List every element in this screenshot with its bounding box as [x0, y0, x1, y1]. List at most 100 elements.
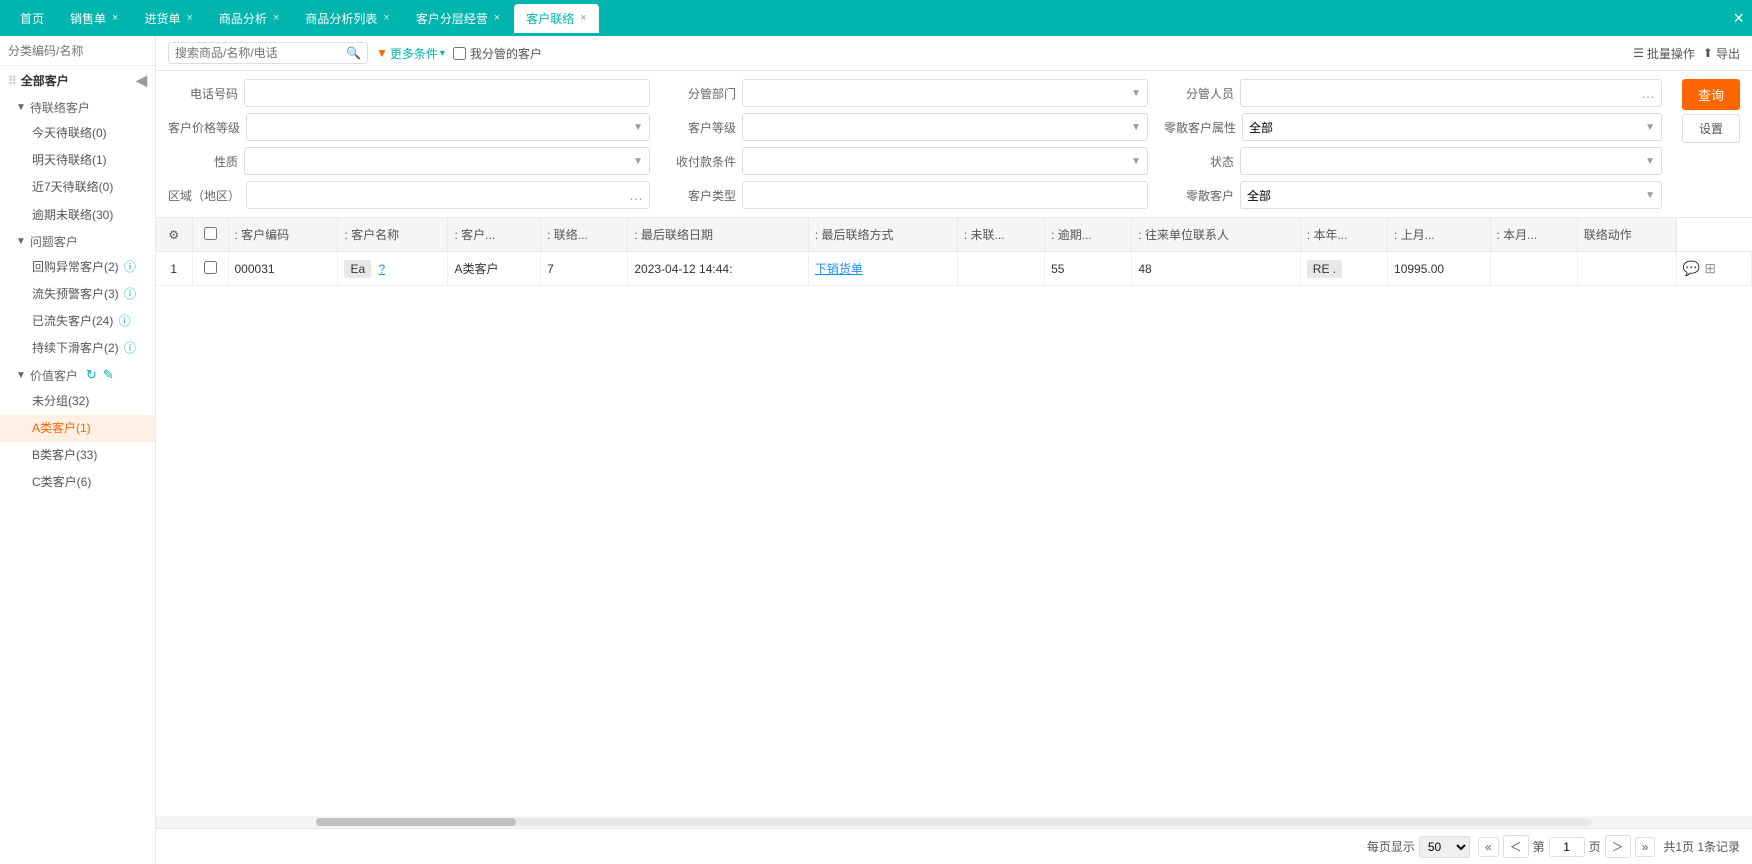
total-records: 共1页 1条记录 [1663, 838, 1740, 855]
tab-customer-segment[interactable]: 客户分层经营 × [404, 4, 512, 33]
close-all-button[interactable]: × [1733, 8, 1744, 29]
close-product-analysis-list-icon[interactable]: × [383, 12, 389, 24]
page-suffix: 页 [1589, 838, 1601, 855]
sidebar-item-abnormal-repurchase[interactable]: 回购异常客户(2) ⓘ [0, 254, 155, 281]
per-page-dropdown[interactable]: 50 100 200 [1419, 836, 1470, 858]
dept-select[interactable]: ▼ [742, 79, 1148, 107]
tab-product-analysis-list[interactable]: 商品分析列表 × [293, 4, 401, 33]
tab-customer-contact[interactable]: 客户联络 × [514, 4, 598, 33]
price-level-select[interactable]: ▼ [246, 113, 650, 141]
tab-home[interactable]: 首页 [8, 4, 56, 33]
chat-icon[interactable]: 💬 [1683, 260, 1700, 277]
arrow-down-icon: ▼ [16, 102, 26, 113]
customer-level-select[interactable]: ▼ [742, 113, 1148, 141]
export-label: 导出 [1716, 45, 1740, 62]
payment-select[interactable]: ▼ [742, 147, 1148, 175]
manager-input[interactable]: … [1240, 79, 1662, 107]
more-filter-button[interactable]: ▼ 更多条件 ▾ [376, 45, 445, 62]
filter-item-manager: 分管人员 … [1164, 79, 1662, 107]
customer-level-arrow-icon: ▼ [1131, 122, 1141, 133]
name-badge: Ea [344, 260, 371, 278]
sidebar-collapse-icon[interactable]: ◀ [136, 72, 147, 89]
drag-icon: ⠿ [8, 74, 17, 88]
batch-op-label: 批量操作 [1647, 45, 1695, 62]
sidebar-item-b-class[interactable]: B类客户(33) [0, 442, 155, 469]
row-checkbox[interactable] [204, 261, 217, 274]
last-method-link[interactable]: 下销货单 [815, 262, 863, 276]
filter-item-status: 状态 ▼ [1164, 147, 1662, 175]
close-customer-contact-icon[interactable]: × [580, 12, 586, 24]
last-page-button[interactable]: » [1635, 837, 1656, 857]
sidebar-item-tomorrow[interactable]: 明天待联络(1) [0, 147, 155, 174]
search-input[interactable] [175, 46, 342, 60]
sidebar-item-7days[interactable]: 近7天待联络(0) [0, 174, 155, 201]
row-name: Ea ? [338, 252, 448, 286]
first-page-button[interactable]: « [1478, 837, 1499, 857]
close-product-analysis-icon[interactable]: × [273, 12, 279, 24]
edit-icon[interactable]: ✎ [103, 367, 114, 383]
page-input[interactable] [1549, 837, 1585, 857]
group-pending-contact[interactable]: ▼ 待联络客户 [0, 95, 155, 120]
arrow-down-icon-3: ▼ [16, 370, 26, 381]
search-icon[interactable]: 🔍 [346, 46, 361, 60]
tab-product-analysis[interactable]: 商品分析 × [207, 4, 291, 33]
prev-page-button[interactable]: ＜ [1503, 835, 1529, 858]
col-contact: : 联络... [541, 218, 628, 252]
sidebar-item-ungroup[interactable]: 未分组(32) [0, 388, 155, 415]
close-sales-icon[interactable]: × [112, 12, 118, 24]
col-gear[interactable]: ⚙ [156, 218, 192, 252]
sidebar-item-overdue-contact[interactable]: 逾期未联络(30) [0, 202, 155, 229]
filter-item-region: 区域（地区） … [168, 181, 666, 209]
batch-op-button[interactable]: ☰ 批量操作 [1633, 45, 1695, 62]
row-action-buttons: 💬 ⊞ [1683, 260, 1745, 277]
col-check[interactable] [192, 218, 228, 252]
col-this-year: : 本年... [1300, 218, 1387, 252]
group-problem-customer[interactable]: ▼ 问题客户 [0, 229, 155, 254]
more-filter-label: 更多条件 [390, 45, 438, 62]
my-customer-checkbox[interactable] [453, 47, 466, 60]
customer-type-input[interactable] [742, 181, 1148, 209]
grid-icon[interactable]: ⊞ [1704, 260, 1716, 277]
col-last-month: : 上月... [1388, 218, 1490, 252]
filter-item-customer-level: 客户等级 ▼ [666, 113, 1164, 141]
sidebar-item-today[interactable]: 今天待联络(0) [0, 120, 155, 147]
filter-item-retail-customer: 零散客户 全部 ▼ [1164, 181, 1662, 209]
retail-attr-select[interactable]: 全部 ▼ [1242, 113, 1662, 141]
export-button[interactable]: ⬆ 导出 [1703, 45, 1740, 62]
next-page-button[interactable]: ＞ [1605, 835, 1631, 858]
tab-sales[interactable]: 销售单 × [58, 4, 130, 33]
sidebar-item-churn-warning[interactable]: 流失预警客户(3) ⓘ [0, 281, 155, 308]
status-select[interactable]: ▼ [1240, 147, 1662, 175]
col-this-month-label: 本月... [1503, 228, 1537, 242]
region-input[interactable]: … [246, 181, 650, 209]
nature-select[interactable]: ▼ [244, 147, 650, 175]
settings-button[interactable]: 设置 [1682, 114, 1740, 143]
phone-input[interactable] [244, 79, 650, 107]
retail-customer-select[interactable]: 全部 ▼ [1240, 181, 1662, 209]
row-check[interactable] [192, 252, 228, 286]
scrollbar-thumb[interactable] [316, 818, 516, 826]
row-this-year: 10995.00 [1388, 252, 1490, 286]
arrow-down-icon-2: ▼ [16, 236, 26, 247]
col-overdue: : 逾期... [1045, 218, 1132, 252]
horizontal-scrollbar[interactable] [156, 816, 1752, 828]
sidebar-item-churned[interactable]: 已流失客户(24) ⓘ [0, 308, 155, 335]
tab-purchase[interactable]: 进货单 × [132, 4, 204, 33]
sidebar-search-bar: 🔍 [0, 36, 155, 66]
select-all-checkbox[interactable] [204, 227, 217, 240]
row-type: A类客户 [448, 252, 541, 286]
close-customer-segment-icon[interactable]: × [494, 12, 500, 24]
sidebar-item-c-class[interactable]: C类客户(6) [0, 469, 155, 496]
query-button[interactable]: 查询 [1682, 79, 1740, 110]
sidebar-item-a-class[interactable]: A类客户(1) [0, 415, 155, 442]
group-value-customer[interactable]: ▼ 价值客户 ↻ ✎ [0, 363, 155, 388]
retail-customer-arrow-icon: ▼ [1645, 190, 1655, 201]
name-text[interactable]: ? [379, 262, 386, 276]
filter-row-2: 客户价格等级 ▼ 客户等级 ▼ [168, 113, 1662, 141]
sidebar-search-input[interactable] [8, 44, 156, 58]
table-container: ⚙ : 客户编码 : 客户名称 : 客户... : 联络... : 最后联络日期… [156, 218, 1752, 816]
close-purchase-icon[interactable]: × [186, 12, 192, 24]
refresh-icon[interactable]: ↻ [86, 367, 97, 383]
row-last-month [1490, 252, 1577, 286]
sidebar-item-declining[interactable]: 持续下滑客户(2) ⓘ [0, 335, 155, 362]
